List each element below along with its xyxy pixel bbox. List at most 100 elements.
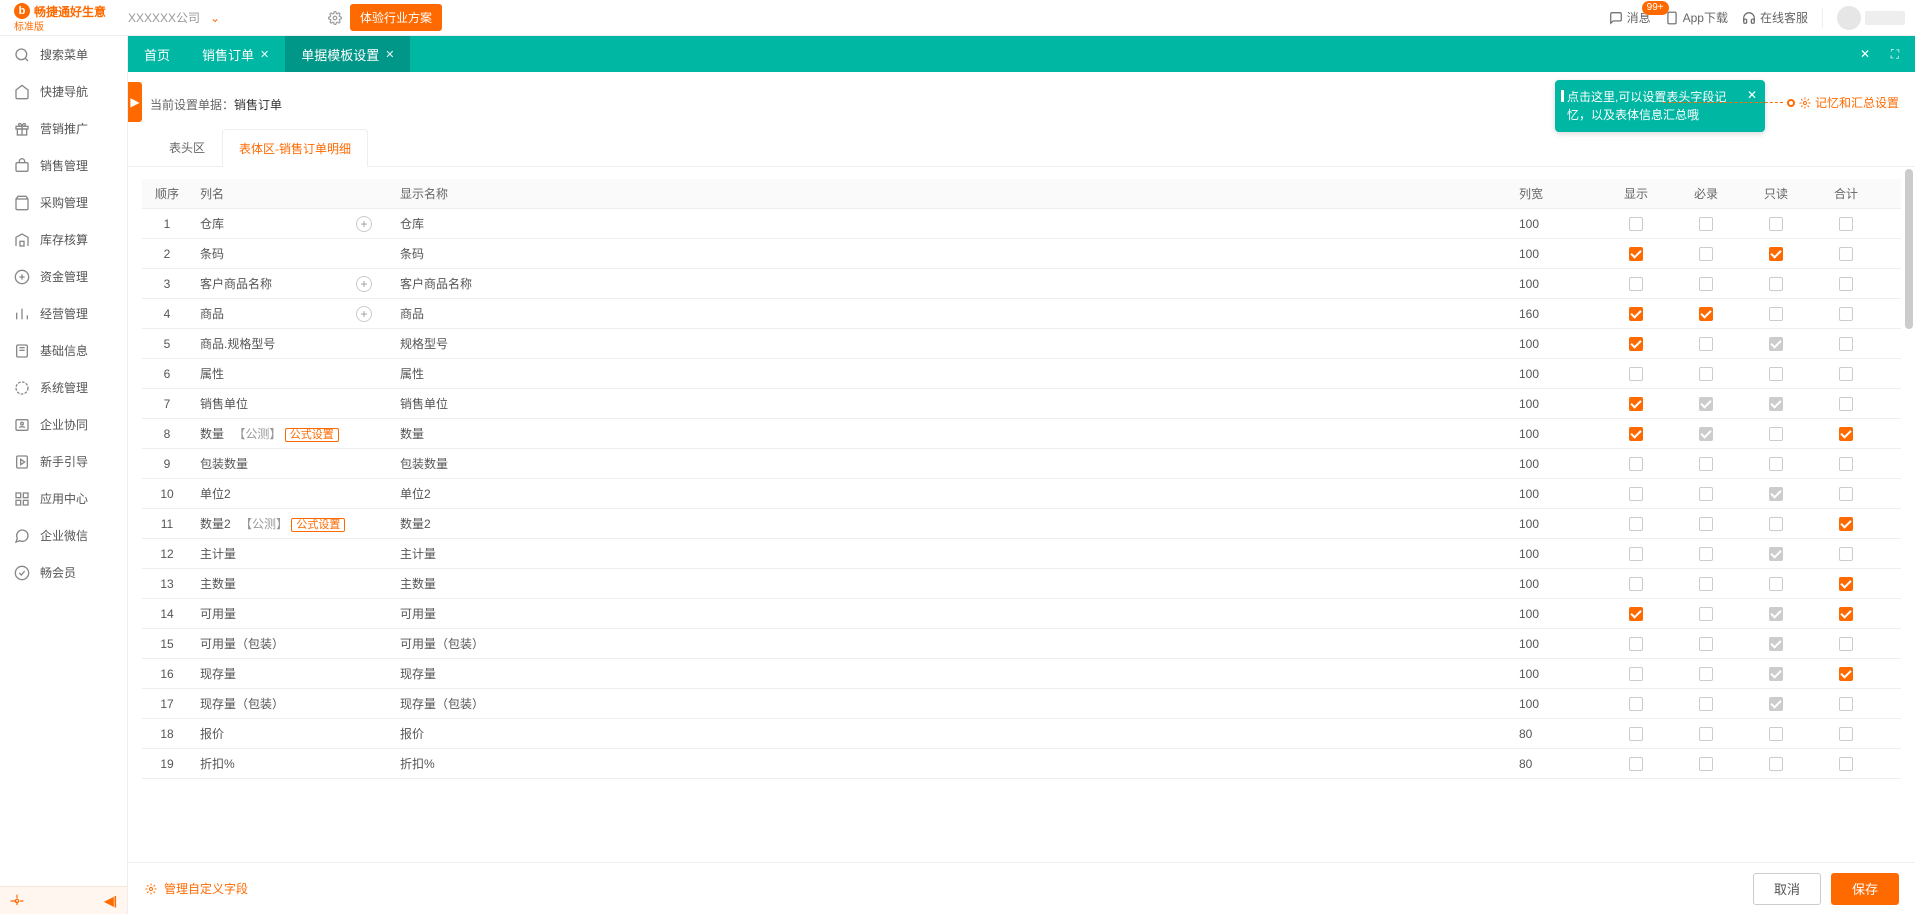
cell-display-name[interactable]: 主计量 bbox=[392, 539, 1511, 569]
cell-name[interactable]: 数量2 【公测】 公式设置 bbox=[192, 509, 392, 539]
checkbox[interactable] bbox=[1699, 457, 1713, 471]
cell-display-name[interactable]: 报价 bbox=[392, 719, 1511, 749]
sidebar-item-search[interactable]: 搜索菜单 bbox=[0, 36, 127, 73]
checkbox[interactable] bbox=[1629, 517, 1643, 531]
table-scroll-area[interactable]: 顺序 列名 显示名称 列宽 显示 必录 只读 合计 1仓库+仓库1002条码条码… bbox=[128, 167, 1915, 862]
cell-name[interactable]: 属性 bbox=[192, 359, 392, 389]
checkbox[interactable] bbox=[1699, 487, 1713, 501]
checkbox[interactable] bbox=[1769, 577, 1783, 591]
add-field-icon[interactable]: + bbox=[356, 276, 372, 292]
cell-width[interactable]: 100 bbox=[1511, 389, 1601, 419]
cell-width[interactable]: 100 bbox=[1511, 569, 1601, 599]
subtab[interactable]: 表头区 bbox=[152, 128, 222, 166]
cell-width[interactable]: 100 bbox=[1511, 479, 1601, 509]
sidebar-item-money[interactable]: 资金管理 bbox=[0, 258, 127, 295]
checkbox[interactable] bbox=[1699, 247, 1713, 261]
sidebar-item-book[interactable]: 基础信息 bbox=[0, 332, 127, 369]
tab-close-icon[interactable]: ✕ bbox=[385, 48, 394, 61]
cell-display-name[interactable]: 现存量 bbox=[392, 659, 1511, 689]
checkbox[interactable] bbox=[1699, 367, 1713, 381]
checkbox[interactable] bbox=[1629, 607, 1643, 621]
cell-display-name[interactable]: 单位2 bbox=[392, 479, 1511, 509]
cell-display-name[interactable]: 仓库 bbox=[392, 209, 1511, 239]
checkbox[interactable] bbox=[1629, 217, 1643, 231]
checkbox[interactable] bbox=[1699, 637, 1713, 651]
checkbox[interactable] bbox=[1629, 547, 1643, 561]
sidebar-item-team[interactable]: 企业协同 bbox=[0, 406, 127, 443]
checkbox[interactable] bbox=[1629, 397, 1643, 411]
cell-name[interactable]: 报价 bbox=[192, 719, 392, 749]
cell-display-name[interactable]: 条码 bbox=[392, 239, 1511, 269]
checkbox[interactable] bbox=[1839, 307, 1853, 321]
cell-name[interactable]: 商品.规格型号 bbox=[192, 329, 392, 359]
checkbox[interactable] bbox=[1769, 307, 1783, 321]
checkbox[interactable] bbox=[1839, 427, 1853, 441]
checkbox[interactable] bbox=[1699, 577, 1713, 591]
checkbox[interactable] bbox=[1839, 667, 1853, 681]
checkbox[interactable] bbox=[1699, 277, 1713, 291]
cell-display-name[interactable]: 折扣% bbox=[392, 749, 1511, 779]
sidebar-item-sys[interactable]: 系统管理 bbox=[0, 369, 127, 406]
close-all-tabs-icon[interactable]: ✕ bbox=[1853, 42, 1877, 66]
cell-width[interactable]: 100 bbox=[1511, 629, 1601, 659]
checkbox[interactable] bbox=[1629, 337, 1643, 351]
checkbox[interactable] bbox=[1629, 727, 1643, 741]
cell-name[interactable]: 条码 bbox=[192, 239, 392, 269]
checkbox[interactable] bbox=[1769, 727, 1783, 741]
sidebar-item-home[interactable]: 快捷导航 bbox=[0, 73, 127, 110]
cell-name[interactable]: 现存量（包装） bbox=[192, 689, 392, 719]
checkbox[interactable] bbox=[1839, 607, 1853, 621]
settings-icon[interactable] bbox=[328, 11, 342, 25]
sidebar-item-guide[interactable]: 新手引导 bbox=[0, 443, 127, 480]
user-menu[interactable] bbox=[1837, 6, 1905, 30]
sidebar-item-bag[interactable]: 采购管理 bbox=[0, 184, 127, 221]
checkbox[interactable] bbox=[1769, 247, 1783, 261]
cell-width[interactable]: 160 bbox=[1511, 299, 1601, 329]
checkbox[interactable] bbox=[1839, 457, 1853, 471]
checkbox[interactable] bbox=[1699, 217, 1713, 231]
checkbox[interactable] bbox=[1629, 697, 1643, 711]
checkbox[interactable] bbox=[1839, 757, 1853, 771]
sidebar-item-gift[interactable]: 营销推广 bbox=[0, 110, 127, 147]
fullscreen-icon[interactable]: ⛶ bbox=[1883, 42, 1907, 66]
checkbox[interactable] bbox=[1699, 757, 1713, 771]
company-selector[interactable]: XXXXXX公司 ⌄ bbox=[128, 9, 328, 26]
cell-name[interactable]: 单位2 bbox=[192, 479, 392, 509]
checkbox[interactable] bbox=[1839, 487, 1853, 501]
sidebar-item-wechat[interactable]: 企业微信 bbox=[0, 517, 127, 554]
checkbox[interactable] bbox=[1839, 517, 1853, 531]
checkbox[interactable] bbox=[1629, 277, 1643, 291]
app-download-link[interactable]: App下载 bbox=[1665, 9, 1728, 26]
cell-width[interactable]: 100 bbox=[1511, 359, 1601, 389]
checkbox[interactable] bbox=[1839, 637, 1853, 651]
checkbox[interactable] bbox=[1629, 637, 1643, 651]
checkbox[interactable] bbox=[1769, 757, 1783, 771]
cell-display-name[interactable]: 商品 bbox=[392, 299, 1511, 329]
checkbox[interactable] bbox=[1629, 307, 1643, 321]
checkbox[interactable] bbox=[1839, 277, 1853, 291]
cell-name[interactable]: 可用量 bbox=[192, 599, 392, 629]
cell-width[interactable]: 100 bbox=[1511, 509, 1601, 539]
cell-width[interactable]: 80 bbox=[1511, 749, 1601, 779]
add-field-icon[interactable]: + bbox=[356, 216, 372, 232]
panel-toggle-icon[interactable]: ▶ bbox=[128, 82, 142, 122]
checkbox[interactable] bbox=[1839, 727, 1853, 741]
cell-name[interactable]: 主计量 bbox=[192, 539, 392, 569]
cell-name[interactable]: 商品+ bbox=[192, 299, 392, 329]
formula-settings-link[interactable]: 公式设置 bbox=[291, 518, 345, 532]
checkbox[interactable] bbox=[1699, 547, 1713, 561]
cell-display-name[interactable]: 包装数量 bbox=[392, 449, 1511, 479]
checkbox[interactable] bbox=[1839, 397, 1853, 411]
cell-display-name[interactable]: 可用量 bbox=[392, 599, 1511, 629]
manage-custom-fields-link[interactable]: 管理自定义字段 bbox=[144, 880, 248, 897]
checkbox[interactable] bbox=[1629, 487, 1643, 501]
cell-width[interactable]: 100 bbox=[1511, 269, 1601, 299]
sidebar-item-cart[interactable]: 销售管理 bbox=[0, 147, 127, 184]
sidebar-collapse-icon[interactable]: ◀| bbox=[104, 894, 117, 908]
cell-display-name[interactable]: 数量2 bbox=[392, 509, 1511, 539]
online-service-link[interactable]: 在线客服 bbox=[1742, 9, 1808, 26]
checkbox[interactable] bbox=[1699, 697, 1713, 711]
cell-name[interactable]: 销售单位 bbox=[192, 389, 392, 419]
cell-width[interactable]: 100 bbox=[1511, 239, 1601, 269]
sidebar-item-stock[interactable]: 库存核算 bbox=[0, 221, 127, 258]
